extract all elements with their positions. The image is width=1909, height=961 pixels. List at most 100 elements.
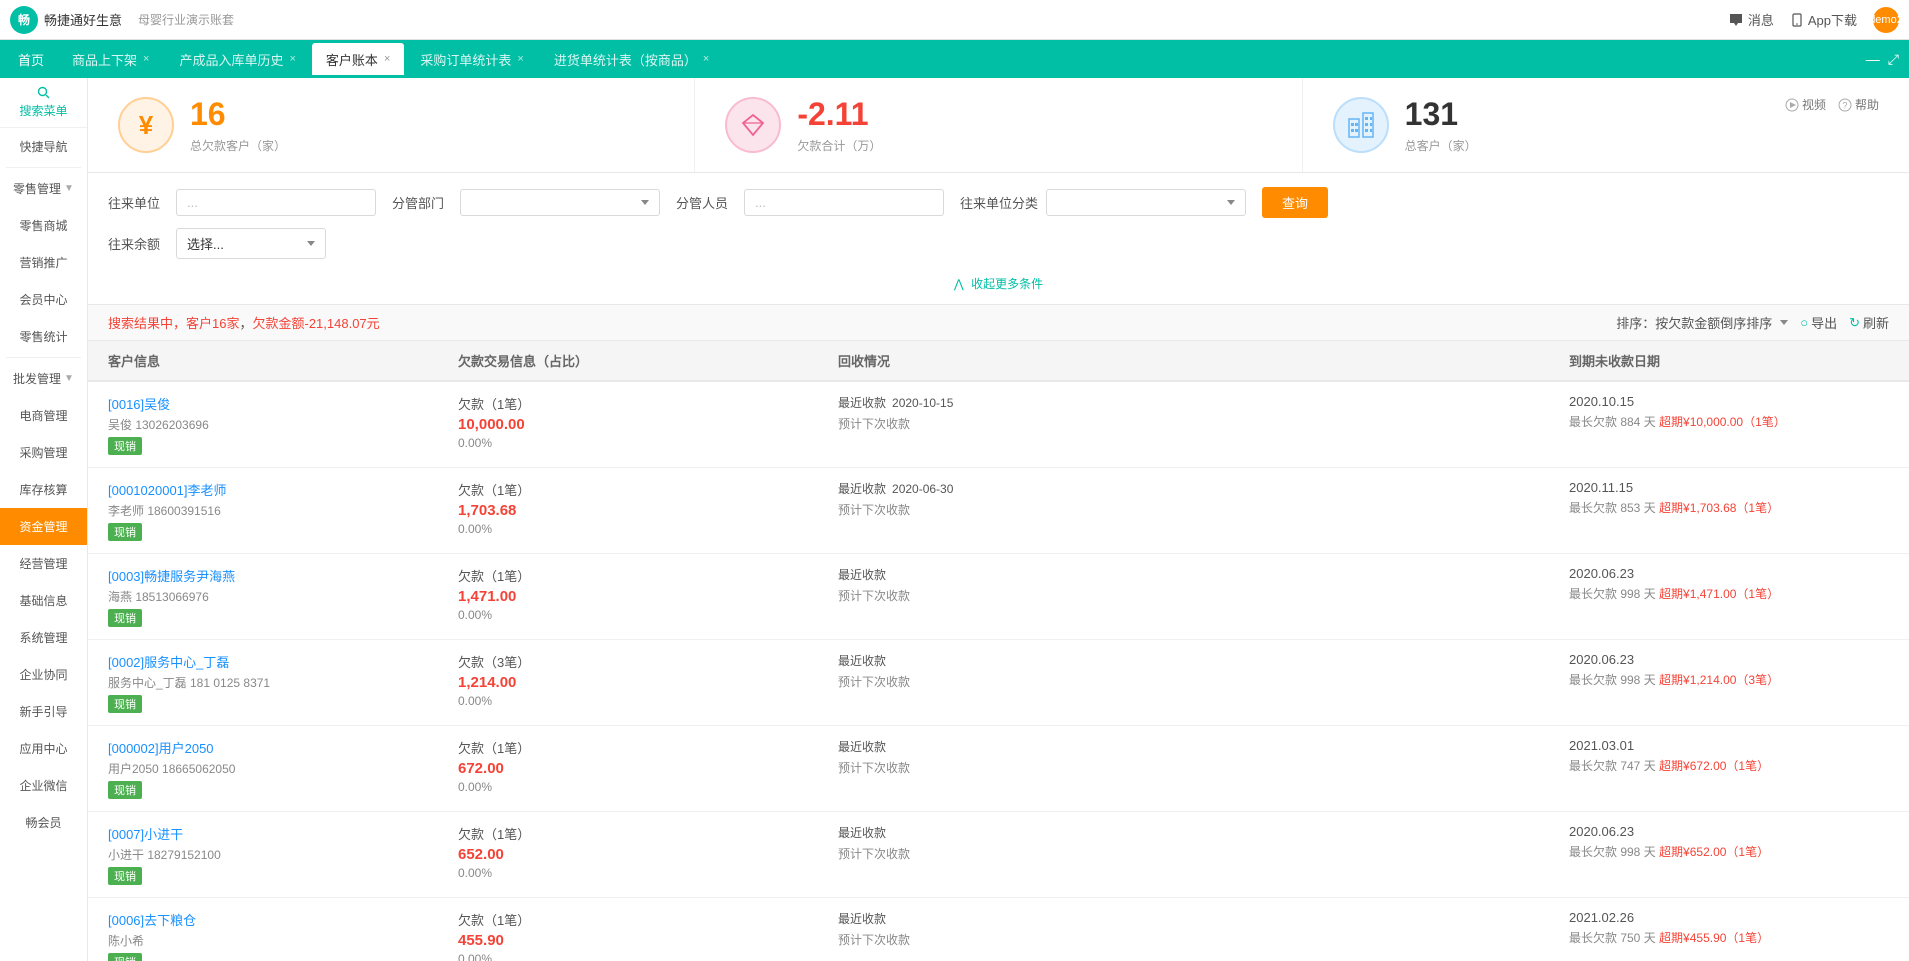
- sidebar-item-batch-mgmt[interactable]: 批发管理 ▼: [0, 360, 87, 397]
- video-icon: [1785, 98, 1799, 112]
- result-actions: 排序：按欠款金额倒序排序 ○ 导出 ↻ 刷新: [1616, 313, 1889, 332]
- customer-tag-4: 现销: [108, 781, 142, 799]
- debt-percent-5: 0.00%: [458, 866, 838, 880]
- refresh-btn[interactable]: ↻ 刷新: [1849, 313, 1889, 332]
- stat-icon-building: [1333, 97, 1389, 153]
- filter-select-balance[interactable]: 选择...: [176, 228, 326, 259]
- sidebar-item-retail-mall[interactable]: 零售商城: [0, 207, 87, 244]
- overdue-date-0: 2020.10.15: [1569, 394, 1889, 409]
- sidebar-quick-nav[interactable]: 快捷导航: [0, 128, 87, 165]
- debt-amount-0: 10,000.00: [458, 416, 838, 433]
- table-row: [0003]畅捷服务尹海燕 海燕 18513066976 现销 欠款（1笔） 1…: [88, 554, 1909, 640]
- tab-product-instock[interactable]: 产成品入库单历史 ×: [165, 43, 309, 75]
- th-debt-info: 欠款交易信息（占比）: [458, 351, 838, 370]
- sidebar-item-enterprise-coop[interactable]: 企业协同: [0, 656, 87, 693]
- yuan-symbol: ¥: [139, 110, 153, 141]
- sidebar-item-warehouse[interactable]: 库存核算: [0, 471, 87, 508]
- td-customer-3: [0002]服务中心_丁磊 服务中心_丁磊 181 0125 8371 现销: [108, 652, 458, 713]
- export-btn[interactable]: ○ 导出: [1800, 313, 1837, 332]
- overdue-date-6: 2021.02.26: [1569, 910, 1889, 925]
- sidebar-item-vip-member[interactable]: 畅会员: [0, 804, 87, 841]
- td-collect-4: 最近收款 预计下次收款: [838, 738, 1569, 776]
- tab-fullscreen-icon[interactable]: ⤢: [1888, 51, 1899, 68]
- filter-input-person[interactable]: ...: [744, 189, 944, 216]
- sidebar-item-ecommerce[interactable]: 电商管理: [0, 397, 87, 434]
- sidebar-item-retail-mgmt[interactable]: 零售管理 ▼: [0, 170, 87, 207]
- logo-icon: 畅: [10, 6, 38, 34]
- sidebar-item-purchase[interactable]: 采购管理: [0, 434, 87, 471]
- sidebar-item-basic-info[interactable]: 基础信息: [0, 582, 87, 619]
- overdue-link-2[interactable]: 超期¥1,471.00（1笔）: [1659, 587, 1779, 601]
- customer-name-link-5[interactable]: [0007]小进干: [108, 824, 458, 843]
- app-download-btn[interactable]: App下载: [1790, 10, 1857, 29]
- collapse-filters-btn[interactable]: ⋀ 收起更多条件: [108, 269, 1889, 298]
- overdue-link-6[interactable]: 超期¥455.90（1笔）: [1659, 931, 1769, 945]
- td-overdue-3: 2020.06.23 最长欠款 998 天 超期¥1,214.00（3笔）: [1569, 652, 1889, 688]
- filter-label-dept: 分管部门: [392, 193, 452, 212]
- search-menu-btn[interactable]: 搜索菜单: [0, 78, 87, 128]
- sidebar-divider-2: [6, 357, 81, 358]
- tab-instock-stat[interactable]: 进货单统计表（按商品） ×: [540, 43, 723, 75]
- tab-product-offshelf[interactable]: 商品上下架 ×: [58, 43, 163, 75]
- customer-name-link-6[interactable]: [0006]去下粮仓: [108, 910, 458, 929]
- sidebar-item-app-center[interactable]: 应用中心: [0, 730, 87, 767]
- td-overdue-5: 2020.06.23 最长欠款 998 天 超期¥652.00（1笔）: [1569, 824, 1889, 860]
- chevron-down-icon: ▼: [64, 183, 74, 194]
- msg-btn[interactable]: 消息: [1728, 10, 1774, 29]
- filter-label-unit: 往来单位: [108, 193, 168, 212]
- tab-close-icon[interactable]: ×: [143, 53, 149, 65]
- tab-customer-account[interactable]: 客户账本 ×: [312, 43, 404, 75]
- user-avatar[interactable]: demo2: [1873, 7, 1899, 33]
- stat-icon-yuan: ¥: [118, 97, 174, 153]
- debt-percent-3: 0.00%: [458, 694, 838, 708]
- sort-label: 排序：按欠款金额倒序排序: [1616, 313, 1772, 332]
- tab-close-icon[interactable]: ×: [289, 53, 295, 65]
- tab-home[interactable]: 首页: [4, 50, 58, 69]
- customer-name-link-2[interactable]: [0003]畅捷服务尹海燕: [108, 566, 458, 585]
- overdue-link-1[interactable]: 超期¥1,703.68（1笔）: [1659, 501, 1779, 515]
- overdue-link-4[interactable]: 超期¥672.00（1笔）: [1659, 759, 1769, 773]
- search-button[interactable]: 查询: [1262, 187, 1328, 218]
- customer-name-link-4[interactable]: [000002]用户2050: [108, 738, 458, 757]
- table-row: [0001020001]李老师 李老师 18600391516 现销 欠款（1笔…: [88, 468, 1909, 554]
- tab-close-icon[interactable]: ×: [703, 53, 709, 65]
- sidebar: 搜索菜单 快捷导航 零售管理 ▼ 零售商城 营销推广 会员中心 零售统计: [0, 78, 88, 961]
- video-btn[interactable]: 视频: [1785, 96, 1826, 113]
- td-debt-3: 欠款（3笔） 1,214.00 0.00%: [458, 652, 838, 708]
- sidebar-item-member[interactable]: 会员中心: [0, 281, 87, 318]
- sidebar-item-finance[interactable]: 资金管理: [0, 508, 87, 545]
- chevron-down-icon-balance: [307, 241, 315, 246]
- sidebar-divider: [6, 167, 81, 168]
- sidebar-item-operation[interactable]: 经营管理: [0, 545, 87, 582]
- customer-name-link-3[interactable]: [0002]服务中心_丁磊: [108, 652, 458, 671]
- customer-name-link-1[interactable]: [0001020001]李老师: [108, 480, 458, 499]
- sidebar-item-retail-stat[interactable]: 零售统计: [0, 318, 87, 355]
- tab-close-icon[interactable]: ×: [384, 53, 390, 65]
- customer-name-link-0[interactable]: [0016]吴俊: [108, 394, 458, 413]
- filter-select-dept[interactable]: [460, 189, 660, 216]
- overdue-link-3[interactable]: 超期¥1,214.00（3笔）: [1659, 673, 1779, 687]
- chevron-down-icon-2: ▼: [64, 373, 74, 384]
- td-collect-6: 最近收款 预计下次收款: [838, 910, 1569, 948]
- data-table: 客户信息 欠款交易信息（占比） 回收情况 到期未收款日期 [0016]吴俊 吴俊…: [88, 341, 1909, 961]
- tab-minimize-icon[interactable]: —: [1866, 51, 1880, 67]
- sort-dropdown[interactable]: 排序：按欠款金额倒序排序: [1616, 313, 1788, 332]
- filter-input-unit[interactable]: ...: [176, 189, 376, 216]
- tab-purchase-order[interactable]: 采购订单统计表 ×: [406, 43, 537, 75]
- sidebar-item-enterprise-wechat[interactable]: 企业微信: [0, 767, 87, 804]
- chevron-down-icon-dept: [641, 200, 649, 205]
- td-overdue-2: 2020.06.23 最长欠款 998 天 超期¥1,471.00（1笔）: [1569, 566, 1889, 602]
- overdue-link-0[interactable]: 超期¥10,000.00（1笔）: [1659, 415, 1786, 429]
- export-icon: ○: [1800, 315, 1808, 330]
- sidebar-item-marketing[interactable]: 营销推广: [0, 244, 87, 281]
- sidebar-item-system[interactable]: 系统管理: [0, 619, 87, 656]
- td-debt-6: 欠款（1笔） 455.90 0.00%: [458, 910, 838, 961]
- sidebar-item-new-guide[interactable]: 新手引导: [0, 693, 87, 730]
- filter-select-category[interactable]: [1046, 189, 1246, 216]
- overdue-link-5[interactable]: 超期¥652.00（1笔）: [1659, 845, 1769, 859]
- stat-info-1: 16 总欠款客户（家）: [190, 96, 286, 154]
- filter-group-dept: 分管部门: [392, 189, 660, 216]
- help-btn[interactable]: ? 帮助: [1838, 96, 1879, 113]
- tab-close-icon[interactable]: ×: [517, 53, 523, 65]
- filter-group-balance: 往来余额 选择...: [108, 228, 326, 259]
